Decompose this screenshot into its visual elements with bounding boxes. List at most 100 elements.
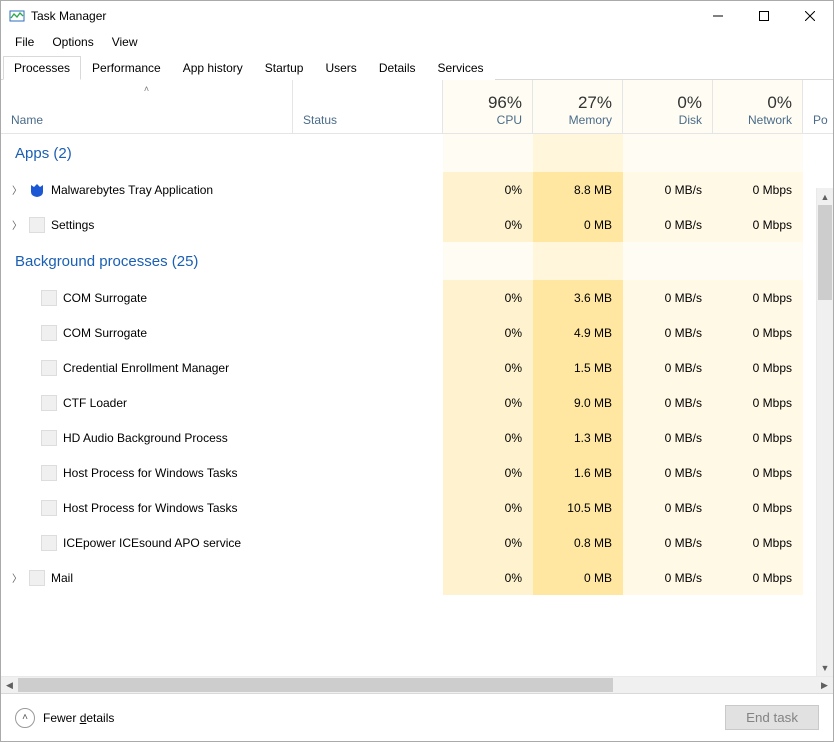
process-disk-cell: 0 MB/s: [623, 455, 713, 490]
process-icon: [41, 360, 57, 376]
process-name-cell: HD Audio Background Process: [1, 420, 293, 455]
tab-users[interactable]: Users: [314, 56, 367, 80]
column-header-cpu[interactable]: 96% CPU: [443, 80, 533, 133]
column-label-status: Status: [303, 113, 432, 127]
process-icon: [29, 217, 45, 233]
close-button[interactable]: [787, 1, 833, 31]
sort-indicator-icon: ˄: [144, 84, 149, 94]
process-row[interactable]: Credential Enrollment Manager0%1.5 MB0 M…: [1, 350, 833, 385]
process-disk-cell: 0 MB/s: [623, 420, 713, 455]
process-row[interactable]: 〉Settings0%0 MB0 MB/s0 Mbps: [1, 207, 833, 242]
process-status-cell: [293, 525, 443, 560]
process-name-cell: Host Process for Windows Tasks: [1, 490, 293, 525]
process-name: ICEpower ICEsound APO service: [63, 536, 241, 550]
process-memory-cell: 3.6 MB: [533, 280, 623, 315]
scrollbar-thumb-h[interactable]: [18, 678, 613, 692]
scroll-down-icon[interactable]: ▼: [817, 659, 833, 676]
process-icon: [29, 182, 45, 198]
process-row[interactable]: Host Process for Windows Tasks0%10.5 MB0…: [1, 490, 833, 525]
fewer-details-button[interactable]: ˄ Fewer details: [15, 708, 114, 728]
process-disk-cell: 0 MB/s: [623, 560, 713, 595]
column-header-network[interactable]: 0% Network: [713, 80, 803, 133]
column-header-memory[interactable]: 27% Memory: [533, 80, 623, 133]
process-cpu-cell: 0%: [443, 385, 533, 420]
process-row[interactable]: Host Process for Windows Tasks0%1.6 MB0 …: [1, 455, 833, 490]
process-cpu-cell: 0%: [443, 172, 533, 207]
process-disk-cell: 0 MB/s: [623, 315, 713, 350]
process-memory-cell: 0.8 MB: [533, 525, 623, 560]
minimize-button[interactable]: [695, 1, 741, 31]
process-icon: [41, 290, 57, 306]
process-cpu-cell: 0%: [443, 420, 533, 455]
process-disk-cell: 0 MB/s: [623, 525, 713, 560]
tab-startup[interactable]: Startup: [254, 56, 315, 80]
column-label-disk: Disk: [633, 113, 702, 127]
horizontal-scrollbar[interactable]: ◀ ▶: [1, 676, 833, 693]
column-header-extra[interactable]: Po: [803, 80, 833, 133]
process-row[interactable]: ICEpower ICEsound APO service0%0.8 MB0 M…: [1, 525, 833, 560]
process-row[interactable]: 〉Malwarebytes Tray Application0%8.8 MB0 …: [1, 172, 833, 207]
group-header: Apps (2): [1, 134, 833, 172]
column-headers: ˄ Name Status 96% CPU 27% Memory 0% Disk…: [1, 80, 833, 134]
expand-icon[interactable]: 〉: [11, 217, 23, 232]
column-header-name[interactable]: ˄ Name: [1, 80, 293, 133]
fewer-details-label: Fewer details: [43, 711, 114, 725]
process-name: Malwarebytes Tray Application: [51, 183, 213, 197]
process-status-cell: [293, 280, 443, 315]
process-network-cell: 0 Mbps: [713, 560, 803, 595]
process-cpu-cell: 0%: [443, 280, 533, 315]
process-row[interactable]: CTF Loader0%9.0 MB0 MB/s0 Mbps: [1, 385, 833, 420]
process-row[interactable]: COM Surrogate0%4.9 MB0 MB/s0 Mbps: [1, 315, 833, 350]
process-rows: Apps (2) 〉 Malwarebytes Tray Application 0%…: [1, 134, 833, 595]
process-icon: [41, 500, 57, 516]
process-icon: [41, 535, 57, 551]
process-icon: [29, 570, 45, 586]
column-label-memory: Memory: [543, 113, 612, 127]
menu-options[interactable]: Options: [44, 33, 101, 51]
process-status-cell: [293, 350, 443, 385]
process-status-cell: [293, 385, 443, 420]
memory-usage-percent: 27%: [543, 93, 612, 113]
tab-app-history[interactable]: App history: [172, 56, 254, 80]
tab-details[interactable]: Details: [368, 56, 427, 80]
scroll-left-icon[interactable]: ◀: [1, 677, 18, 693]
column-header-disk[interactable]: 0% Disk: [623, 80, 713, 133]
vertical-scrollbar[interactable]: ▲ ▼: [816, 188, 833, 676]
process-cpu-cell: 0%: [443, 560, 533, 595]
process-status-cell: [293, 455, 443, 490]
process-disk-cell: 0 MB/s: [623, 385, 713, 420]
process-name-cell: 〉 Malwarebytes Tray Application: [1, 172, 293, 207]
scroll-right-icon[interactable]: ▶: [816, 677, 833, 693]
scroll-up-icon[interactable]: ▲: [817, 188, 833, 205]
process-status-cell: [293, 490, 443, 525]
process-status-cell: [293, 560, 443, 595]
tab-performance[interactable]: Performance: [81, 56, 172, 80]
maximize-button[interactable]: [741, 1, 787, 31]
process-memory-cell: 0 MB: [533, 207, 623, 242]
process-name-cell: Host Process for Windows Tasks: [1, 455, 293, 490]
process-name: Settings: [51, 218, 94, 232]
expand-icon[interactable]: 〉: [11, 182, 23, 197]
end-task-button[interactable]: End task: [725, 705, 819, 730]
process-name-cell: CTF Loader: [1, 385, 293, 420]
menu-view[interactable]: View: [104, 33, 146, 51]
process-disk-cell: 0 MB/s: [623, 490, 713, 525]
disk-usage-percent: 0%: [633, 93, 702, 113]
scrollbar-thumb[interactable]: [818, 205, 832, 300]
expand-icon[interactable]: 〉: [11, 570, 23, 585]
process-row[interactable]: HD Audio Background Process0%1.3 MB0 MB/…: [1, 420, 833, 455]
process-network-cell: 0 Mbps: [713, 280, 803, 315]
process-disk-cell: 0 MB/s: [623, 350, 713, 385]
column-header-status[interactable]: Status: [293, 80, 443, 133]
group-title: Apps (2): [1, 135, 72, 172]
menu-file[interactable]: File: [7, 33, 42, 51]
process-row[interactable]: 〉Mail0%0 MB0 MB/s0 Mbps: [1, 560, 833, 595]
process-row[interactable]: COM Surrogate0%3.6 MB0 MB/s0 Mbps: [1, 280, 833, 315]
titlebar: Task Manager: [1, 1, 833, 31]
tab-strip: ProcessesPerformanceApp historyStartupUs…: [1, 55, 833, 80]
process-icon: [41, 395, 57, 411]
tab-services[interactable]: Services: [427, 56, 495, 80]
process-status-cell: [293, 207, 443, 242]
chevron-up-icon: ˄: [15, 708, 35, 728]
tab-processes[interactable]: Processes: [3, 56, 81, 80]
